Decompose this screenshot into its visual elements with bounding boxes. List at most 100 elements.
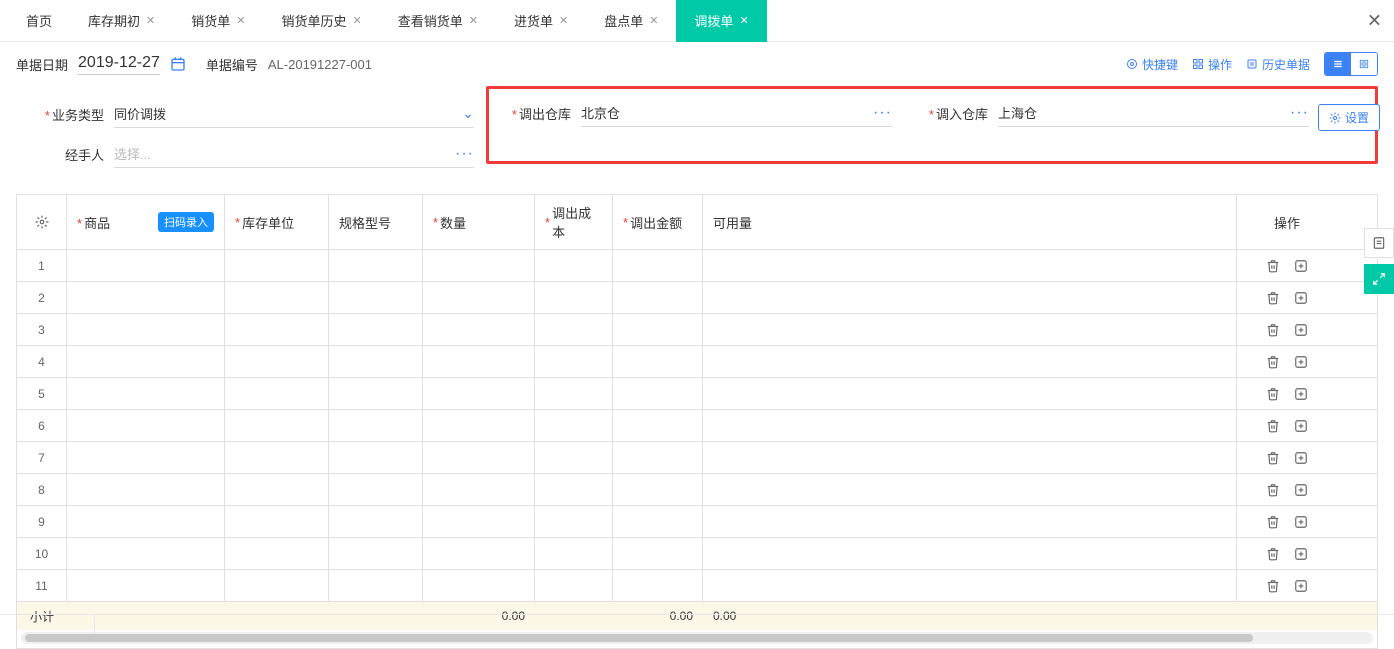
cell-product[interactable] bbox=[67, 442, 225, 473]
cell-qty[interactable] bbox=[423, 474, 535, 505]
cell-cost[interactable] bbox=[535, 474, 613, 505]
add-icon[interactable] bbox=[1294, 451, 1308, 465]
cell-amount[interactable] bbox=[613, 410, 703, 441]
tab-sales-history[interactable]: 销货单历史✕ bbox=[263, 0, 379, 42]
cell-amount[interactable] bbox=[613, 570, 703, 601]
add-icon[interactable] bbox=[1294, 547, 1308, 561]
cell-qty[interactable] bbox=[423, 506, 535, 537]
in-warehouse-select[interactable]: 上海仓··· bbox=[998, 99, 1309, 127]
cell-spec[interactable] bbox=[329, 250, 423, 281]
settings-button[interactable]: 设置 bbox=[1318, 104, 1380, 131]
biz-type-select[interactable]: 同价调拨⌄ bbox=[114, 100, 474, 128]
scrollbar-thumb[interactable] bbox=[25, 634, 1253, 642]
table-row[interactable]: 7 bbox=[17, 442, 1377, 474]
view-list-button[interactable] bbox=[1325, 53, 1351, 75]
cell-spec[interactable] bbox=[329, 282, 423, 313]
cell-available[interactable] bbox=[703, 442, 1237, 473]
delete-icon[interactable] bbox=[1266, 451, 1280, 465]
cell-qty[interactable] bbox=[423, 346, 535, 377]
table-row[interactable]: 4 bbox=[17, 346, 1377, 378]
close-icon[interactable]: ✕ bbox=[353, 14, 362, 27]
table-row[interactable]: 11 bbox=[17, 570, 1377, 602]
cell-spec[interactable] bbox=[329, 570, 423, 601]
cell-available[interactable] bbox=[703, 346, 1237, 377]
cell-available[interactable] bbox=[703, 474, 1237, 505]
cell-unit[interactable] bbox=[225, 506, 329, 537]
scan-badge[interactable]: 扫码录入 bbox=[158, 212, 214, 232]
cell-cost[interactable] bbox=[535, 442, 613, 473]
delete-icon[interactable] bbox=[1266, 515, 1280, 529]
cell-unit[interactable] bbox=[225, 442, 329, 473]
gear-header[interactable] bbox=[17, 195, 67, 249]
cell-product[interactable] bbox=[67, 474, 225, 505]
cell-cost[interactable] bbox=[535, 282, 613, 313]
table-row[interactable]: 8 bbox=[17, 474, 1377, 506]
close-all-icon[interactable]: ✕ bbox=[1367, 10, 1382, 31]
cell-spec[interactable] bbox=[329, 346, 423, 377]
cell-amount[interactable] bbox=[613, 378, 703, 409]
table-row[interactable]: 1 bbox=[17, 250, 1377, 282]
cell-available[interactable] bbox=[703, 570, 1237, 601]
cell-available[interactable] bbox=[703, 538, 1237, 569]
delete-icon[interactable] bbox=[1266, 259, 1280, 273]
cell-cost[interactable] bbox=[535, 346, 613, 377]
out-warehouse-field[interactable]: *调出仓库 北京仓··· bbox=[495, 93, 892, 133]
cell-qty[interactable] bbox=[423, 442, 535, 473]
tab-purchase[interactable]: 进货单✕ bbox=[496, 0, 586, 42]
delete-icon[interactable] bbox=[1266, 483, 1280, 497]
cell-product[interactable] bbox=[67, 538, 225, 569]
cell-unit[interactable] bbox=[225, 314, 329, 345]
more-icon[interactable]: ··· bbox=[873, 104, 892, 122]
cell-spec[interactable] bbox=[329, 474, 423, 505]
cell-amount[interactable] bbox=[613, 538, 703, 569]
cell-cost[interactable] bbox=[535, 506, 613, 537]
date-input[interactable]: 2019-12-27 bbox=[78, 54, 160, 75]
table-row[interactable]: 2 bbox=[17, 282, 1377, 314]
cell-spec[interactable] bbox=[329, 410, 423, 441]
cell-qty[interactable] bbox=[423, 378, 535, 409]
history-link[interactable]: 历史单据 bbox=[1246, 56, 1310, 73]
table-row[interactable]: 10 bbox=[17, 538, 1377, 570]
cell-available[interactable] bbox=[703, 282, 1237, 313]
cell-amount[interactable] bbox=[613, 314, 703, 345]
cell-product[interactable] bbox=[67, 314, 225, 345]
table-row[interactable]: 9 bbox=[17, 506, 1377, 538]
cell-qty[interactable] bbox=[423, 250, 535, 281]
cell-product[interactable] bbox=[67, 506, 225, 537]
cell-product[interactable] bbox=[67, 378, 225, 409]
close-icon[interactable]: ✕ bbox=[649, 14, 658, 27]
cell-product[interactable] bbox=[67, 346, 225, 377]
cell-unit[interactable] bbox=[225, 474, 329, 505]
close-icon[interactable]: ✕ bbox=[559, 14, 568, 27]
table-row[interactable]: 5 bbox=[17, 378, 1377, 410]
cell-unit[interactable] bbox=[225, 378, 329, 409]
handler-field[interactable]: 经手人 选择...··· bbox=[28, 134, 474, 174]
cell-amount[interactable] bbox=[613, 474, 703, 505]
add-icon[interactable] bbox=[1294, 387, 1308, 401]
add-icon[interactable] bbox=[1294, 355, 1308, 369]
cell-product[interactable] bbox=[67, 250, 225, 281]
cell-spec[interactable] bbox=[329, 538, 423, 569]
cell-unit[interactable] bbox=[225, 538, 329, 569]
cell-product[interactable] bbox=[67, 570, 225, 601]
table-row[interactable]: 6 bbox=[17, 410, 1377, 442]
cell-available[interactable] bbox=[703, 314, 1237, 345]
shortcut-link[interactable]: 快捷键 bbox=[1126, 56, 1178, 73]
table-row[interactable]: 3 bbox=[17, 314, 1377, 346]
more-icon[interactable]: ··· bbox=[1290, 104, 1309, 122]
cell-available[interactable] bbox=[703, 410, 1237, 441]
cell-cost[interactable] bbox=[535, 570, 613, 601]
cell-product[interactable] bbox=[67, 410, 225, 441]
cell-qty[interactable] bbox=[423, 282, 535, 313]
cell-amount[interactable] bbox=[613, 346, 703, 377]
cell-unit[interactable] bbox=[225, 410, 329, 441]
action-link[interactable]: 操作 bbox=[1192, 56, 1232, 73]
tab-inventory-init[interactable]: 库存期初✕ bbox=[70, 0, 173, 42]
view-grid-button[interactable] bbox=[1351, 53, 1377, 75]
add-icon[interactable] bbox=[1294, 419, 1308, 433]
cell-amount[interactable] bbox=[613, 442, 703, 473]
cell-amount[interactable] bbox=[613, 282, 703, 313]
cell-spec[interactable] bbox=[329, 378, 423, 409]
close-icon[interactable]: ✕ bbox=[739, 14, 748, 27]
tab-sales-order[interactable]: 销货单✕ bbox=[173, 0, 263, 42]
